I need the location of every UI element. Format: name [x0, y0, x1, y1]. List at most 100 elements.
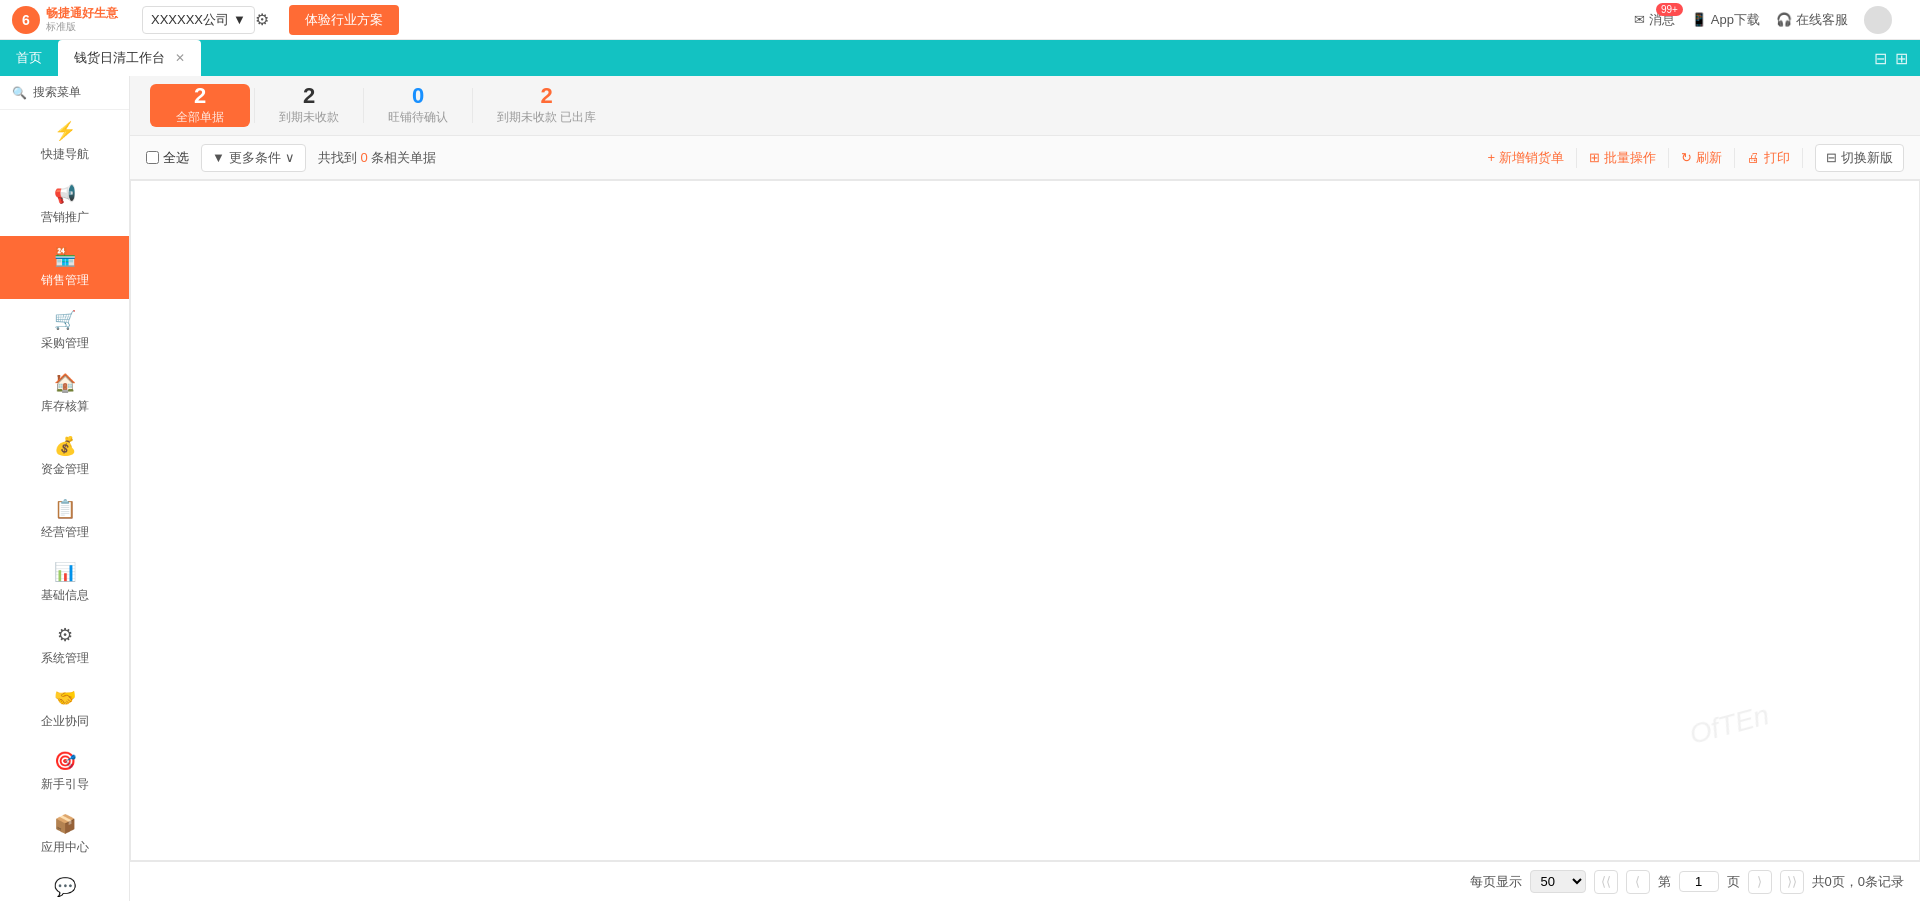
- company-name: XXXXXX公司: [151, 11, 229, 29]
- sidebar-item-label: 采购管理: [41, 335, 89, 352]
- switch-version-button[interactable]: ⊟ 切换新版: [1815, 144, 1904, 172]
- sidebar-item-marketing[interactable]: 📢 营销推广: [0, 173, 129, 236]
- sidebar-item-label: 基础信息: [41, 587, 89, 604]
- batch-label: 批量操作: [1604, 149, 1656, 167]
- print-button[interactable]: 🖨 打印: [1747, 149, 1790, 167]
- stat-label-overdue-out: 到期未收款 已出库: [497, 109, 596, 126]
- search-icon: 🔍: [12, 86, 27, 100]
- app-title: 畅捷通好生意: [46, 6, 118, 20]
- stat-tab-overdue-out[interactable]: 2 到期未收款 已出库: [473, 76, 620, 135]
- stat-tab-overdue[interactable]: 2 到期未收款: [255, 76, 363, 135]
- pagination: 每页显示 50 10 20 100 ⟨⟨ ⟨ 第 页 ⟩ ⟩⟩ 共0页，0条记录: [130, 861, 1920, 901]
- prev-page-button[interactable]: ⟨: [1626, 870, 1650, 894]
- sidebar-item-finance[interactable]: 💰 资金管理: [0, 425, 129, 488]
- stat-tab-pending[interactable]: 0 旺铺待确认: [364, 76, 472, 135]
- sidebar-item-purchase[interactable]: 🛒 采购管理: [0, 299, 129, 362]
- tab-home[interactable]: 首页: [0, 40, 58, 76]
- total-text: 共0页，0条记录: [1812, 873, 1904, 891]
- sidebar-item-appstore[interactable]: 📦 应用中心: [0, 803, 129, 866]
- company-selector[interactable]: XXXXXX公司 ▼: [142, 6, 255, 34]
- toolbar: 全选 ▼ 更多条件 ∨ 共找到 0 条相关单据 + 新增销货单 ⊞: [130, 136, 1920, 180]
- add-btn-label: 新增销货单: [1499, 149, 1564, 167]
- per-page-select[interactable]: 50 10 20 100: [1530, 870, 1586, 893]
- sidebar-item-wechat[interactable]: 💬 企业微信: [0, 866, 129, 901]
- app-subtitle: 标准版: [46, 21, 118, 33]
- filter-icon: ▼: [212, 150, 225, 165]
- home-tab-label: 首页: [16, 49, 42, 67]
- sidebar-item-sales[interactable]: 🏪 销售管理: [0, 236, 129, 299]
- tab-expand-icon[interactable]: ⊞: [1895, 49, 1908, 68]
- tab-minimize-icon[interactable]: ⊟: [1874, 49, 1887, 68]
- refresh-label: 刷新: [1696, 149, 1722, 167]
- refresh-button[interactable]: ↻ 刷新: [1681, 149, 1722, 167]
- stats-tabs: 2 全部单据 2 到期未收款 0 旺铺待确认 2 到期未收款 已出库: [130, 76, 1920, 136]
- sidebar-item-inventory[interactable]: 🏠 库存核算: [0, 362, 129, 425]
- system-icon: ⚙: [57, 624, 73, 646]
- sidebar-item-guide[interactable]: 🎯 新手引导: [0, 740, 129, 803]
- toolbar-right: + 新增销货单 ⊞ 批量操作 ↻ 刷新 🖨 打印: [1487, 144, 1904, 172]
- page-number-input[interactable]: [1679, 871, 1719, 892]
- service-icon: 🎧: [1776, 12, 1792, 27]
- filter-button[interactable]: ▼ 更多条件 ∨: [201, 144, 306, 172]
- tab-workbench[interactable]: 钱货日清工作台 ✕: [58, 40, 201, 76]
- sidebar-item-label: 经营管理: [41, 524, 89, 541]
- finance-icon: 💰: [54, 435, 76, 457]
- stat-num-overdue-out: 2: [541, 85, 553, 107]
- stat-label-all: 全部单据: [176, 109, 224, 126]
- top-right: ✉ 消息 99+ 📱 App下载 🎧 在线客服: [1634, 6, 1908, 34]
- tab-close-icon[interactable]: ✕: [175, 51, 185, 65]
- cooperation-icon: 🤝: [54, 687, 76, 709]
- last-page-button[interactable]: ⟩⟩: [1780, 870, 1804, 894]
- logo-icon: 6: [12, 6, 40, 34]
- select-all-checkbox[interactable]: 全选: [146, 149, 189, 167]
- sidebar-item-label: 营销推广: [41, 209, 89, 226]
- appstore-icon: 📦: [54, 813, 76, 835]
- stat-num-all: 2: [194, 85, 206, 107]
- message-button[interactable]: ✉ 消息 99+: [1634, 11, 1675, 29]
- table-area: [130, 180, 1920, 861]
- tab-bar: 首页 钱货日清工作台 ✕ ⊟ ⊞: [0, 40, 1920, 76]
- experience-button[interactable]: 体验行业方案: [289, 5, 399, 35]
- purchase-icon: 🛒: [54, 309, 76, 331]
- sidebar-item-operation[interactable]: 📋 经营管理: [0, 488, 129, 551]
- sidebar-item-label: 库存核算: [41, 398, 89, 415]
- online-service-label: 在线客服: [1796, 11, 1848, 29]
- guide-icon: 🎯: [54, 750, 76, 772]
- first-page-icon: ⟨⟨: [1601, 874, 1611, 889]
- app-download-button[interactable]: 📱 App下载: [1691, 11, 1760, 29]
- select-all-input[interactable]: [146, 151, 159, 164]
- sidebar-item-cooperation[interactable]: 🤝 企业协同: [0, 677, 129, 740]
- switch-icon: ⊟: [1826, 150, 1837, 165]
- sidebar-item-system[interactable]: ⚙ 系统管理: [0, 614, 129, 677]
- chevron-icon: ∨: [285, 150, 295, 165]
- search-menu[interactable]: 🔍 搜索菜单: [0, 76, 129, 110]
- workbench-tab-label: 钱货日清工作台: [74, 49, 165, 67]
- settings-icon[interactable]: ⚙: [255, 10, 269, 29]
- top-center: 体验行业方案: [269, 5, 1634, 35]
- sidebar-item-label: 快捷导航: [41, 146, 89, 163]
- stat-tab-all[interactable]: 2 全部单据: [150, 84, 250, 127]
- sales-icon: 🏪: [54, 246, 76, 268]
- user-avatar[interactable]: [1864, 6, 1892, 34]
- inventory-icon: 🏠: [54, 372, 76, 394]
- sidebar-item-label: 系统管理: [41, 650, 89, 667]
- add-sales-order-button[interactable]: + 新增销货单: [1487, 149, 1564, 167]
- online-service-button[interactable]: 🎧 在线客服: [1776, 11, 1848, 29]
- per-page-label: 每页显示: [1470, 873, 1522, 891]
- sidebar-item-quick-nav[interactable]: ⚡ 快捷导航: [0, 110, 129, 173]
- sidebar-item-label: 企业协同: [41, 713, 89, 730]
- print-icon: 🖨: [1747, 150, 1760, 165]
- logo-area: 6 畅捷通好生意 标准版: [12, 6, 142, 34]
- stat-num-overdue: 2: [303, 85, 315, 107]
- select-all-label: 全选: [163, 149, 189, 167]
- stat-label-overdue: 到期未收款: [279, 109, 339, 126]
- next-page-button[interactable]: ⟩: [1748, 870, 1772, 894]
- download-icon: 📱: [1691, 12, 1707, 27]
- page-label: 第: [1658, 873, 1671, 891]
- filter-label: 更多条件: [229, 149, 281, 167]
- batch-button[interactable]: ⊞ 批量操作: [1589, 149, 1656, 167]
- last-page-icon: ⟩⟩: [1787, 874, 1797, 889]
- first-page-button[interactable]: ⟨⟨: [1594, 870, 1618, 894]
- sidebar-item-basic[interactable]: 📊 基础信息: [0, 551, 129, 614]
- stat-label-pending: 旺铺待确认: [388, 109, 448, 126]
